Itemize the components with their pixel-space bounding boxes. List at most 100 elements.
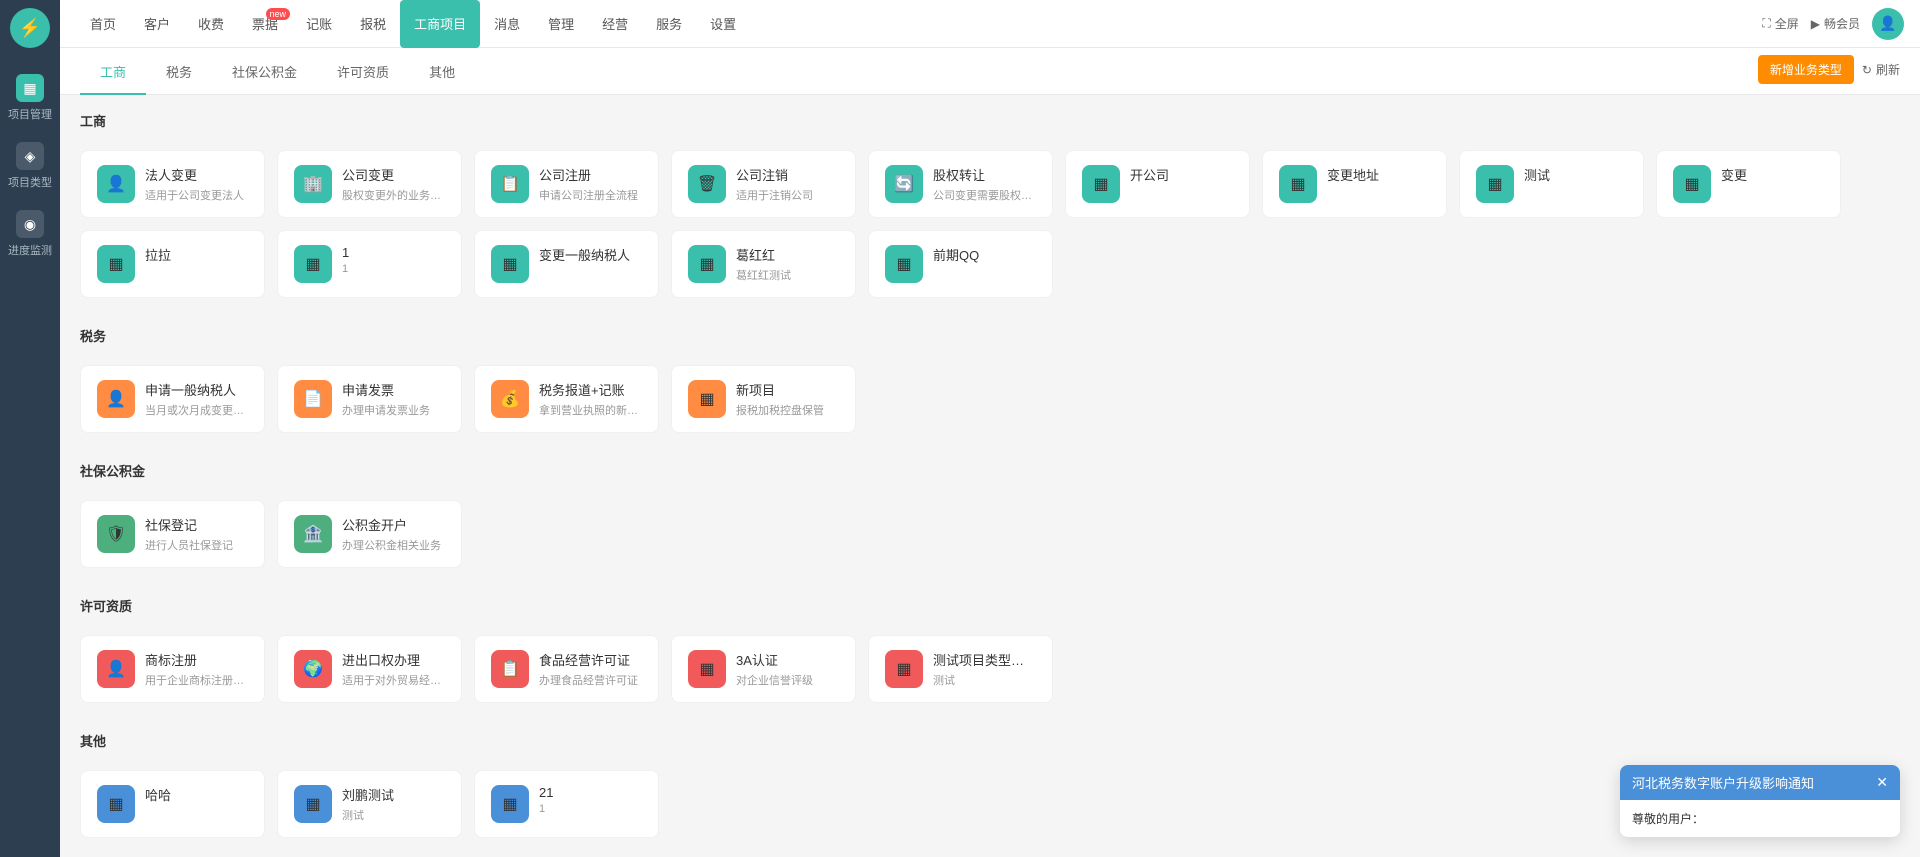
card-text-new-project: 新项目 报税加税控盘保管: [736, 380, 839, 418]
card-import-export[interactable]: 🌍 进出口权办理 适用于对外贸易经营者: [277, 635, 462, 703]
card-desc-company-cancel: 适用于注销公司: [736, 187, 839, 203]
card-icon-apply-invoice: 📄: [294, 380, 332, 418]
sidebar-item-project-mgmt[interactable]: ▦ 项目管理: [0, 64, 60, 132]
section-title-social-fund: 社保公积金: [80, 461, 1900, 480]
card-company-change[interactable]: 🏢 公司变更 股权变更外的业务变更: [277, 150, 462, 218]
tab-bar: 工商 税务 社保公积金 许可资质 其他 新增业务类型 ↻ 刷新: [60, 48, 1920, 95]
notification-title: 河北税务数字账户升级影响通知: [1632, 773, 1814, 792]
card-text-fund-account: 公积金开户 办理公积金相关业务: [342, 515, 445, 553]
nav-message[interactable]: 消息: [480, 0, 534, 48]
card-icon-haha: ▦: [97, 785, 135, 823]
card-desc-tax-report-accounting: 拿到营业执照的新公司: [539, 402, 642, 418]
card-name-equity-transfer: 股权转让: [933, 165, 1036, 184]
card-open-company[interactable]: ▦ 开公司: [1065, 150, 1250, 218]
project-mgmt-icon: ▦: [16, 74, 44, 102]
tab-social-fund[interactable]: 社保公积金: [212, 48, 317, 95]
card-tax-report-accounting[interactable]: 💰 税务报道+记账 拿到营业执照的新公司: [474, 365, 659, 433]
refresh-button[interactable]: ↻ 刷新: [1862, 61, 1900, 78]
card-icon-change-taxpayer: ▦: [491, 245, 529, 283]
card-icon-change-address: ▦: [1279, 165, 1317, 203]
card-company-cancel[interactable]: 🗑 公司注销 适用于注销公司: [671, 150, 856, 218]
card-icon-company-cancel: 🗑: [688, 165, 726, 203]
card-name-legal-change: 法人变更: [145, 165, 248, 184]
card-name-gehonghong: 葛红红: [736, 245, 839, 264]
nav-accounting[interactable]: 记账: [292, 0, 346, 48]
card-company-register[interactable]: 📋 公司注册 申请公司注册全流程: [474, 150, 659, 218]
card-text-gehonghong: 葛红红 葛红红测试: [736, 245, 839, 283]
nav-operation[interactable]: 经营: [588, 0, 642, 48]
card-change-address[interactable]: ▦ 变更地址: [1262, 150, 1447, 218]
card-trademark[interactable]: 👤 商标注册 用于企业商标注册服务: [80, 635, 265, 703]
nav-industry[interactable]: 工商项目: [400, 0, 480, 48]
member-btn[interactable]: ▶ 畅会员: [1811, 15, 1860, 32]
card-social-register[interactable]: 🛡 社保登记 进行人员社保登记: [80, 500, 265, 568]
card-num1[interactable]: ▦ 1 1: [277, 230, 462, 298]
card-name-test: 测试: [1524, 165, 1627, 184]
tab-license[interactable]: 许可资质: [317, 48, 409, 95]
card-text-haha: 哈哈: [145, 785, 248, 807]
avatar[interactable]: 👤: [1872, 8, 1904, 40]
progress-monitor-icon: ◉: [16, 210, 44, 238]
topnav: 首页 客户 收费 票据 new 记账 报税 工商项目 消息 管理 经营 服务 设…: [60, 0, 1920, 48]
card-gehonghong[interactable]: ▦ 葛红红 葛红红测试: [671, 230, 856, 298]
card-desc-trademark: 用于企业商标注册服务: [145, 672, 248, 688]
topnav-right: ⛶ 全屏 ▶ 畅会员 👤: [1762, 8, 1904, 40]
card-legal-change[interactable]: 👤 法人变更 适用于公司变更法人: [80, 150, 265, 218]
card-text-legal-change: 法人变更 适用于公司变更法人: [145, 165, 248, 203]
nav-management[interactable]: 管理: [534, 0, 588, 48]
sidebar-item-progress-monitor[interactable]: ◉ 进度监测: [0, 200, 60, 268]
card-change-taxpayer[interactable]: ▦ 变更一般纳税人: [474, 230, 659, 298]
card-text-food-license: 食品经营许可证 办理食品经营许可证: [539, 650, 642, 688]
card-icon-food-license: 📋: [491, 650, 529, 688]
card-equity-transfer[interactable]: 🔄 股权转让 公司变更需要股权转让: [868, 150, 1053, 218]
nav-service[interactable]: 服务: [642, 0, 696, 48]
card-desc-import-export: 适用于对外贸易经营者: [342, 672, 445, 688]
nav-ticket[interactable]: 票据 new: [238, 0, 292, 48]
nav-settings[interactable]: 设置: [696, 0, 750, 48]
card-change[interactable]: ▦ 变更: [1656, 150, 1841, 218]
card-food-license[interactable]: 📋 食品经营许可证 办理食品经营许可证: [474, 635, 659, 703]
card-icon-apply-taxpayer: 👤: [97, 380, 135, 418]
card-pre-qq[interactable]: ▦ 前期QQ: [868, 230, 1053, 298]
nav-client[interactable]: 客户: [130, 0, 184, 48]
notification-close-button[interactable]: ✕: [1876, 774, 1888, 791]
card-new-project[interactable]: ▦ 新项目 报税加税控盘保管: [671, 365, 856, 433]
nav-billing[interactable]: 收费: [184, 0, 238, 48]
fullscreen-btn[interactable]: ⛶ 全屏: [1762, 15, 1798, 32]
card-liupengtest[interactable]: ▦ 刘鹏测试 测试: [277, 770, 462, 838]
fullscreen-icon: ⛶: [1762, 16, 1770, 31]
card-text-test-type-def: 测试项目类型目定义 测试: [933, 650, 1036, 688]
card-fund-account[interactable]: 🏦 公积金开户 办理公积金相关业务: [277, 500, 462, 568]
sidebar-item-project-type[interactable]: ◈ 项目类型: [0, 132, 60, 200]
content-area: 工商 税务 社保公积金 许可资质 其他 新增业务类型 ↻ 刷新 工商 👤 法人变…: [60, 48, 1920, 857]
card-desc-legal-change: 适用于公司变更法人: [145, 187, 248, 203]
card-icon-num1: ▦: [294, 245, 332, 283]
nav-home[interactable]: 首页: [76, 0, 130, 48]
card-text-num21: 21 1: [539, 785, 642, 815]
card-lala[interactable]: ▦ 拉拉: [80, 230, 265, 298]
new-biz-type-button[interactable]: 新增业务类型: [1758, 55, 1854, 84]
tab-other[interactable]: 其他: [409, 48, 475, 95]
card-text-company-register: 公司注册 申请公司注册全流程: [539, 165, 642, 203]
card-desc-food-license: 办理食品经营许可证: [539, 672, 642, 688]
sidebar-label-project-type: 项目类型: [8, 174, 52, 190]
ticket-badge: new: [266, 8, 291, 20]
section-title-other: 其他: [80, 731, 1900, 750]
tab-tax[interactable]: 税务: [146, 48, 212, 95]
card-apply-taxpayer[interactable]: 👤 申请一般纳税人 当月或次月成变更完成: [80, 365, 265, 433]
tab-actions: 新增业务类型 ↻ 刷新: [1758, 55, 1900, 94]
card-haha[interactable]: ▦ 哈哈: [80, 770, 265, 838]
card-icon-open-company: ▦: [1082, 165, 1120, 203]
card-name-lala: 拉拉: [145, 245, 248, 264]
card-num21[interactable]: ▦ 21 1: [474, 770, 659, 838]
card-test[interactable]: ▦ 测试: [1459, 150, 1644, 218]
card-apply-invoice[interactable]: 📄 申请发票 办理申请发票业务: [277, 365, 462, 433]
card-icon-equity-transfer: 🔄: [885, 165, 923, 203]
card-3a-cert[interactable]: ▦ 3A认证 对企业信誉评级: [671, 635, 856, 703]
nav-tax[interactable]: 报税: [346, 0, 400, 48]
card-test-type-def[interactable]: ▦ 测试项目类型目定义 测试: [868, 635, 1053, 703]
card-icon-liupengtest: ▦: [294, 785, 332, 823]
card-name-company-change: 公司变更: [342, 165, 445, 184]
tab-industry[interactable]: 工商: [80, 48, 146, 95]
section-title-license: 许可资质: [80, 596, 1900, 615]
